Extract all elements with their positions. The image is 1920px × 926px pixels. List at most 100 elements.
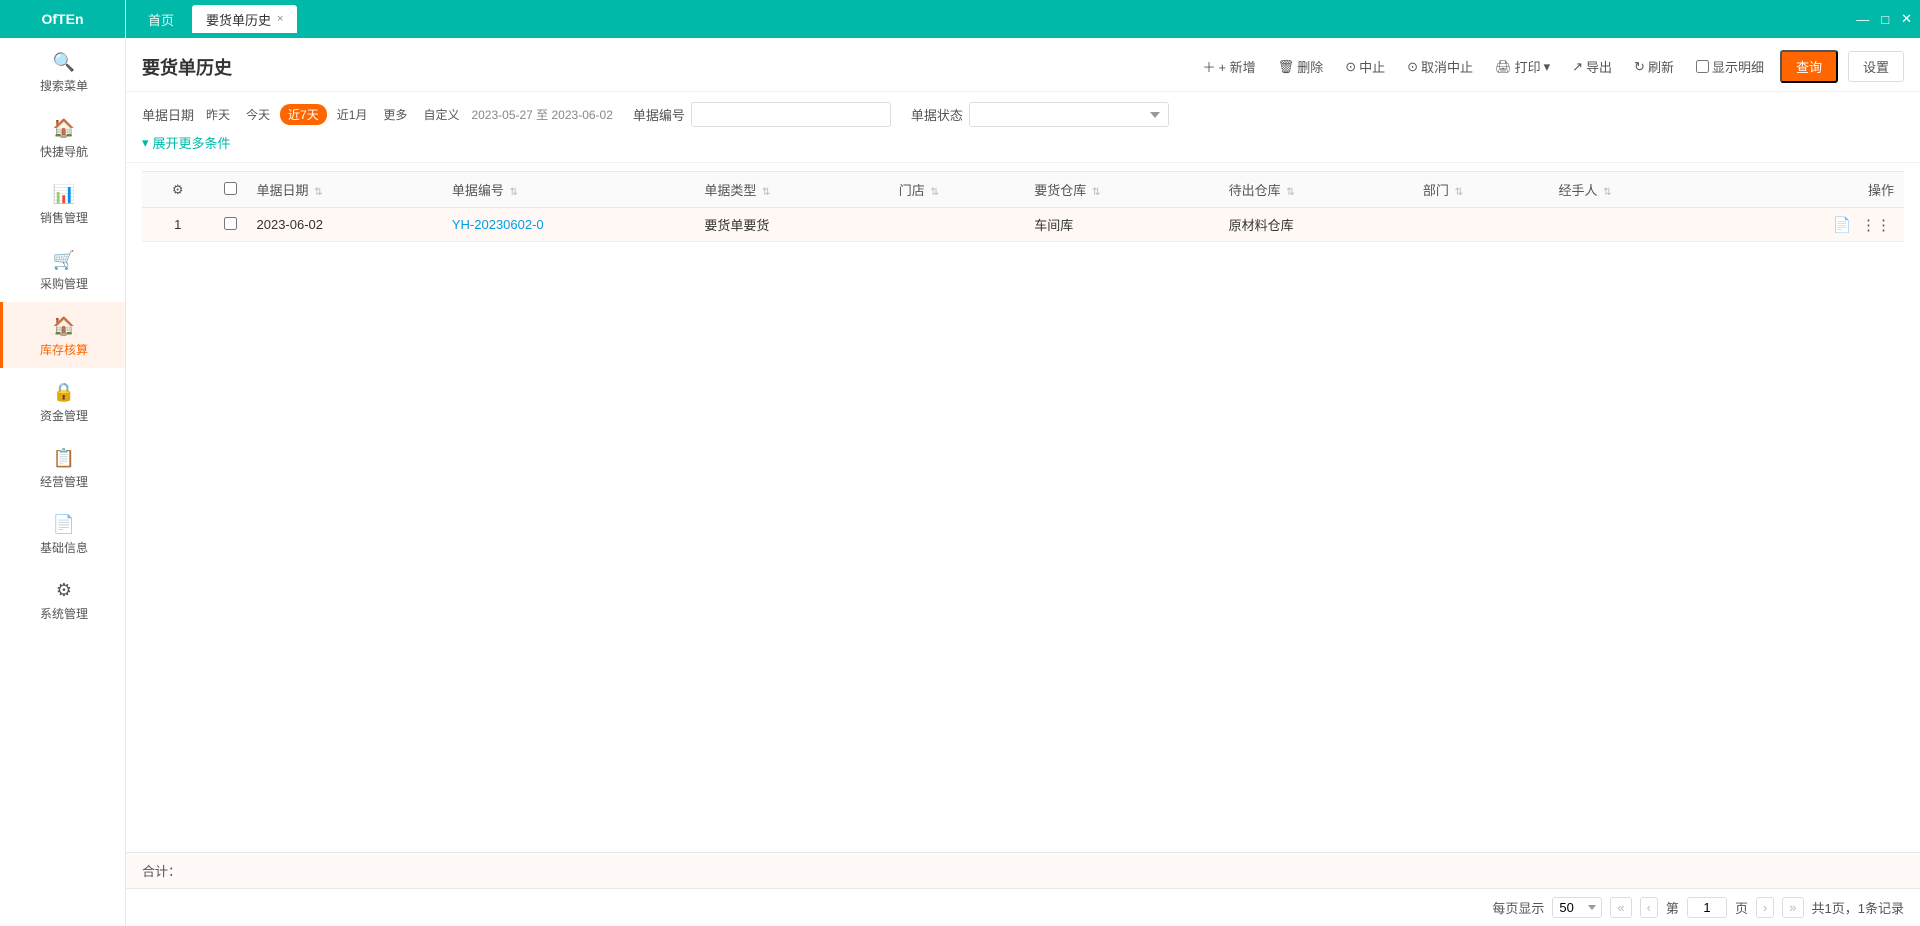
- page-number-input[interactable]: [1687, 897, 1727, 918]
- status-select[interactable]: [969, 102, 1169, 127]
- new-button[interactable]: ＋ + 新增: [1196, 53, 1261, 80]
- tab-bar-right: — □ ✕: [1856, 11, 1912, 27]
- inventory-icon: 🏠: [53, 316, 75, 337]
- stop-button[interactable]: ⊙ 中止: [1339, 53, 1391, 80]
- col-settings[interactable]: ⚙: [142, 172, 214, 208]
- row-checkbox[interactable]: [224, 217, 237, 230]
- col-store[interactable]: 门店 ⇅: [889, 172, 1025, 208]
- chevron-down-icon: ▾: [142, 135, 149, 151]
- sidebar-item-purchase-mgmt[interactable]: 🛒 采购管理: [0, 236, 125, 302]
- window-minimize-btn[interactable]: —: [1856, 12, 1869, 27]
- table-settings-icon[interactable]: ⚙: [172, 182, 184, 197]
- date-shortcut-custom[interactable]: 自定义: [417, 104, 465, 125]
- tab-home[interactable]: 首页: [134, 5, 188, 33]
- sidebar-item-finance-mgmt[interactable]: 🔒 资金管理: [0, 368, 125, 434]
- sort-icon: ⇅: [1603, 187, 1611, 198]
- cancel-stop-icon: ⊙: [1407, 59, 1418, 75]
- cell-store: [889, 208, 1025, 242]
- tab-requisition-history[interactable]: 要货单历史 ×: [192, 5, 297, 33]
- cell-doc-type: 要货单要货: [694, 208, 888, 242]
- date-shortcut-more[interactable]: 更多: [377, 104, 413, 125]
- doc-no-input[interactable]: [691, 102, 891, 127]
- page-header: 要货单历史 ＋ + 新增 🗑 删除 ⊙ 中止 ⊙ 取消中止: [126, 38, 1920, 92]
- sidebar-item-sales-mgmt[interactable]: 📊 销售管理: [0, 170, 125, 236]
- cancel-stop-button[interactable]: ⊙ 取消中止: [1401, 53, 1479, 80]
- print-button[interactable]: 🖨 打印 ▾: [1489, 53, 1556, 80]
- last-page-btn[interactable]: »: [1782, 897, 1803, 918]
- per-page-select[interactable]: 50 10 20 100: [1552, 897, 1602, 918]
- date-shortcut-yesterday[interactable]: 昨天: [200, 104, 236, 125]
- window-close-btn[interactable]: ✕: [1901, 11, 1912, 27]
- table-header-row: ⚙ 单据日期 ⇅ 单据编号 ⇅: [142, 172, 1904, 208]
- col-req-warehouse[interactable]: 要货仓库 ⇅: [1024, 172, 1218, 208]
- sort-icon: ⇅: [762, 187, 770, 198]
- tab-home-label: 首页: [148, 10, 174, 29]
- col-handler[interactable]: 经手人 ⇅: [1549, 172, 1714, 208]
- status-label: 单据状态: [911, 105, 963, 124]
- first-page-btn[interactable]: «: [1610, 897, 1631, 918]
- col-select-all[interactable]: [214, 172, 247, 208]
- sidebar-item-system-mgmt[interactable]: ⚙ 系统管理: [0, 566, 125, 632]
- expand-more-btn[interactable]: ▾ 展开更多条件: [142, 133, 1904, 152]
- finance-icon: 🔒: [53, 382, 75, 403]
- next-page-btn[interactable]: ›: [1756, 897, 1774, 918]
- col-doc-date[interactable]: 单据日期 ⇅: [247, 172, 442, 208]
- date-filter-group: 单据日期 昨天 今天 近7天 近1月 更多 自定义 2023-05-27 至 2…: [142, 104, 613, 125]
- col-doc-type[interactable]: 单据类型 ⇅: [694, 172, 888, 208]
- sidebar-item-inventory[interactable]: 🏠 库存核算: [0, 302, 125, 368]
- doc-no-link[interactable]: YH-20230602-0: [452, 217, 544, 232]
- pagination: 每页显示 50 10 20 100 « ‹ 第 页 › » 共1页，1条记录: [126, 888, 1920, 926]
- tab-bar: 首页 要货单历史 × — □ ✕: [126, 0, 1920, 38]
- cell-doc-no: YH-20230602-0: [442, 208, 695, 242]
- refresh-button[interactable]: ↻ 刷新: [1628, 53, 1680, 80]
- page-prefix: 第: [1666, 898, 1679, 917]
- sidebar-item-search-menu[interactable]: 🔍 搜索菜单: [0, 38, 125, 104]
- row-more-btn[interactable]: ⋮⋮: [1858, 215, 1894, 236]
- sort-icon: ⇅: [314, 187, 322, 198]
- sidebar-item-basic-info[interactable]: 📄 基础信息: [0, 500, 125, 566]
- sidebar-item-ops-mgmt[interactable]: 📋 经营管理: [0, 434, 125, 500]
- sidebar-item-quick-nav[interactable]: 🏠 快捷导航: [0, 104, 125, 170]
- export-button[interactable]: ↗ 导出: [1566, 53, 1618, 80]
- home-icon: 🏠: [53, 118, 75, 139]
- plus-icon: ＋: [1202, 57, 1215, 76]
- row-checkbox-cell[interactable]: [214, 208, 247, 242]
- window-maximize-btn[interactable]: □: [1881, 12, 1889, 27]
- cell-req-warehouse: 车间库: [1024, 208, 1218, 242]
- show-detail-checkbox[interactable]: 显示明细: [1690, 53, 1770, 80]
- cell-doc-date: 2023-06-02: [247, 208, 442, 242]
- col-pending-warehouse[interactable]: 待出仓库 ⇅: [1219, 172, 1413, 208]
- basic-info-icon: 📄: [53, 514, 75, 535]
- delete-icon: 🗑: [1278, 59, 1295, 75]
- print-dropdown-icon: ▾: [1544, 59, 1551, 75]
- print-icon: 🖨: [1495, 59, 1512, 75]
- header-actions: ＋ + 新增 🗑 删除 ⊙ 中止 ⊙ 取消中止 🖨 打印: [1196, 50, 1904, 83]
- per-page-label: 每页显示: [1492, 898, 1544, 917]
- export-icon: ↗: [1572, 59, 1583, 75]
- col-doc-no[interactable]: 单据编号 ⇅: [442, 172, 695, 208]
- cell-pending-warehouse: 原材料仓库: [1219, 208, 1413, 242]
- sidebar-item-label: 系统管理: [40, 605, 88, 622]
- prev-page-btn[interactable]: ‹: [1640, 897, 1658, 918]
- sidebar: OfTEn 🔍 搜索菜单 🏠 快捷导航 📊 销售管理 🛒 采购管理 🏠 库存核算…: [0, 0, 126, 926]
- col-department[interactable]: 部门 ⇅: [1413, 172, 1549, 208]
- date-shortcuts: 昨天 今天 近7天 近1月 更多 自定义: [200, 104, 465, 125]
- show-detail-input[interactable]: [1696, 60, 1709, 73]
- date-shortcut-today[interactable]: 今天: [240, 104, 276, 125]
- tab-close-icon[interactable]: ×: [277, 13, 283, 25]
- query-button[interactable]: 查询: [1780, 50, 1838, 83]
- total-info: 共1页，1条记录: [1812, 898, 1904, 917]
- date-shortcut-7days[interactable]: 近7天: [280, 104, 327, 125]
- select-all-checkbox[interactable]: [224, 182, 237, 195]
- doc-no-label: 单据编号: [633, 105, 685, 124]
- filter-area: 单据日期 昨天 今天 近7天 近1月 更多 自定义 2023-05-27 至 2…: [126, 92, 1920, 163]
- row-view-btn[interactable]: 📄: [1830, 215, 1855, 236]
- summary-bar: 合计：: [126, 852, 1920, 888]
- delete-button[interactable]: 🗑 删除: [1272, 53, 1330, 80]
- sidebar-logo: OfTEn: [0, 0, 125, 38]
- system-icon: ⚙: [56, 580, 72, 601]
- date-shortcut-1month[interactable]: 近1月: [331, 104, 374, 125]
- purchase-icon: 🛒: [53, 250, 75, 271]
- sort-icon: ⇅: [1455, 187, 1463, 198]
- settings-button[interactable]: 设置: [1848, 51, 1904, 82]
